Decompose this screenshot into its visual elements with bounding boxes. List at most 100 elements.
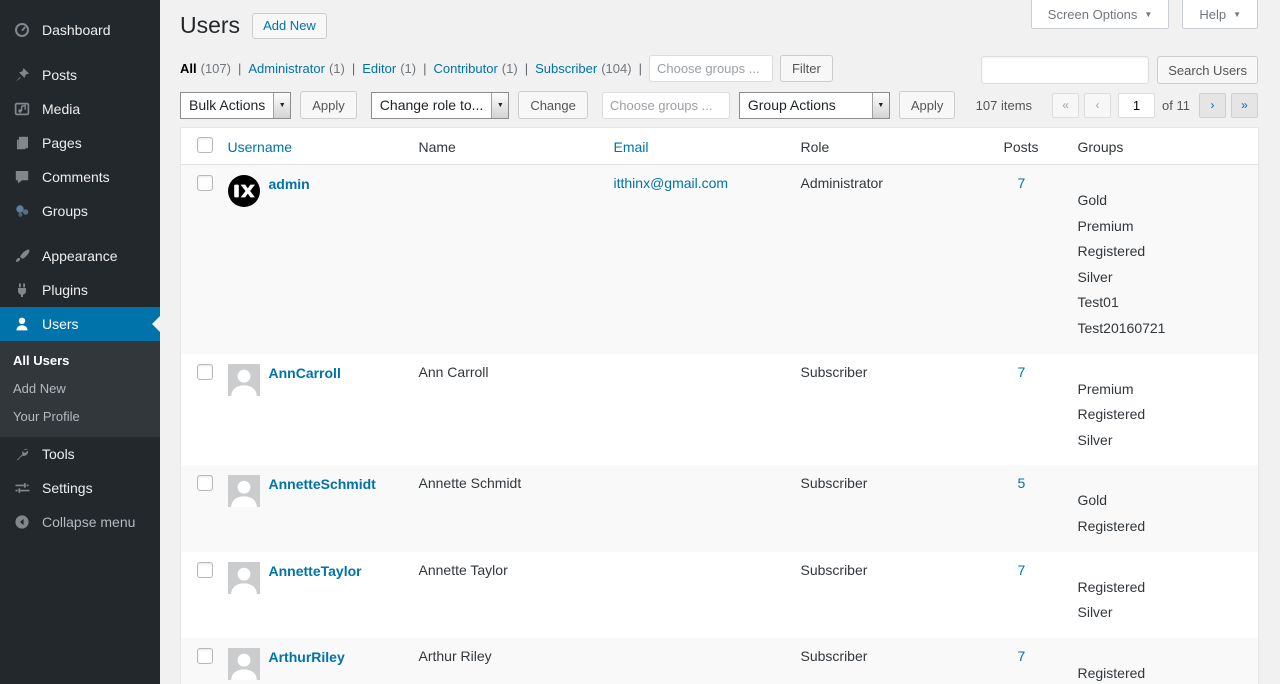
row-checkbox[interactable]: [197, 647, 213, 664]
sidebar-item-tools[interactable]: Tools: [0, 437, 160, 471]
view-link-contributor[interactable]: Contributor (1): [433, 61, 517, 76]
user-role: Subscriber: [800, 561, 868, 578]
plug-icon: [14, 282, 34, 298]
sidebar-item-plugins[interactable]: Plugins: [0, 273, 160, 307]
sidebar-item-dashboard[interactable]: Dashboard: [0, 13, 160, 47]
bulk-actions-toolbar: Bulk Actions ▼ Apply Change role to... ▼…: [180, 91, 1258, 119]
posts-count-link[interactable]: 7: [1004, 562, 1026, 578]
next-page-button[interactable]: ›: [1199, 92, 1226, 118]
username-link[interactable]: AnnCarroll: [269, 365, 341, 381]
posts-count-link[interactable]: 5: [1004, 475, 1026, 491]
user-role: Subscriber: [800, 475, 868, 492]
first-page-button[interactable]: «: [1052, 92, 1080, 118]
posts-count-link[interactable]: 7: [1004, 175, 1026, 191]
user-groups-list: Gold Registered: [1078, 488, 1259, 539]
previous-page-button[interactable]: ‹: [1084, 92, 1112, 118]
view-link-all[interactable]: All (107): [180, 61, 231, 76]
sidebar-item-label: Posts: [42, 67, 78, 83]
sidebar-item-pages[interactable]: Pages: [0, 126, 160, 160]
sidebar-item-label: Appearance: [42, 248, 118, 264]
submenu-item-add-new[interactable]: Add New: [0, 375, 160, 403]
row-checkbox[interactable]: [197, 175, 213, 191]
screen-options-label: Screen Options: [1047, 6, 1138, 22]
column-header-groups: Groups: [1077, 138, 1124, 155]
email-link[interactable]: itthinx@gmail.com: [614, 175, 729, 191]
username-link[interactable]: AnnetteTaylor: [269, 563, 362, 579]
items-count: 107 items: [975, 97, 1033, 113]
sidebar-item-appearance[interactable]: Appearance: [0, 239, 160, 273]
user-name: Annette Schmidt: [418, 475, 522, 492]
submenu-item-your-profile[interactable]: Your Profile: [0, 403, 160, 431]
help-button[interactable]: Help ▼: [1182, 0, 1258, 29]
group-name: Premium: [1077, 217, 1134, 234]
user-row-anncarroll: AnnCarroll Ann Carroll Subscriber 7 Premium R…: [181, 354, 1259, 466]
username-link[interactable]: ArthurRiley: [269, 649, 345, 665]
choose-groups-bulk-input[interactable]: [601, 91, 730, 119]
user-avatar: [227, 175, 260, 207]
column-header-username[interactable]: Username: [228, 139, 293, 155]
view-item-all: All (107): [180, 61, 248, 76]
group-name: Registered: [1077, 517, 1146, 534]
apply-group-actions-button[interactable]: Apply: [898, 91, 956, 119]
change-role-button[interactable]: Change: [518, 91, 588, 119]
sidebar-item-posts[interactable]: Posts: [0, 58, 160, 92]
brush-icon: [14, 248, 34, 264]
user-row-annetteschmidt: AnnetteSchmidt Annette Schmidt Subscriber 5…: [180, 465, 1259, 552]
row-checkbox[interactable]: [197, 475, 213, 492]
comment-icon: [14, 169, 34, 185]
posts-count-link[interactable]: 7: [1004, 648, 1026, 664]
add-new-button[interactable]: Add New: [252, 12, 327, 39]
admin-sidebar: Dashboard Posts Media Pages Comments Groups Ap…: [0, 0, 160, 684]
sidebar-item-label: Media: [42, 101, 81, 117]
sidebar-item-collapse-menu[interactable]: Collapse menu: [0, 505, 160, 539]
column-header-email[interactable]: Email: [614, 139, 649, 155]
select-all-checkbox[interactable]: [197, 137, 213, 153]
column-header-posts: Posts: [1003, 138, 1039, 155]
user-row-arthurriley: ArthurRiley Arthur Riley Subscriber 7 Regist…: [180, 637, 1259, 684]
sidebar-item-users[interactable]: Users: [0, 307, 160, 341]
page-title: Users: [180, 12, 241, 38]
sidebar-item-label: Collapse menu: [42, 514, 136, 530]
apply-bulk-actions-button[interactable]: Apply: [300, 91, 357, 119]
user-groups-list: Registered: [1078, 661, 1259, 684]
group-actions-select[interactable]: Group Actions ▼: [738, 91, 890, 119]
choose-groups-filter-input[interactable]: [648, 55, 773, 82]
search-users-button[interactable]: Search Users: [1157, 56, 1258, 84]
bulk-actions-select[interactable]: Bulk Actions ▼: [180, 91, 292, 119]
current-page-input[interactable]: [1118, 92, 1156, 118]
view-count: (107): [200, 61, 231, 76]
sidebar-item-groups[interactable]: Groups: [0, 194, 160, 228]
group-name: Registered: [1077, 243, 1146, 260]
posts-count-link[interactable]: 7: [1004, 364, 1026, 380]
main-content: Screen Options ▼ Help ▼ Search Users Use…: [160, 0, 1280, 684]
sidebar-item-label: Groups: [42, 203, 88, 219]
user-avatar: [227, 363, 260, 396]
sidebar-item-media[interactable]: Media: [0, 92, 160, 126]
row-checkbox[interactable]: [197, 363, 213, 380]
sidebar-item-label: Pages: [42, 135, 82, 151]
view-link-editor[interactable]: Editor (1): [362, 61, 416, 76]
column-header-role: Role: [800, 138, 830, 155]
row-checkbox[interactable]: [197, 561, 213, 578]
group-name: Silver: [1077, 268, 1113, 285]
search-users-input[interactable]: [981, 56, 1150, 84]
view-link-subscriber[interactable]: Subscriber (104): [535, 61, 632, 76]
sidebar-item-settings[interactable]: Settings: [0, 471, 160, 505]
last-page-button[interactable]: »: [1231, 92, 1258, 118]
user-groups-list: Registered Silver: [1078, 575, 1259, 626]
username-link[interactable]: AnnetteSchmidt: [269, 476, 376, 492]
wrench-icon: [14, 446, 34, 462]
group-name: Test01: [1077, 294, 1119, 311]
screen-options-button[interactable]: Screen Options ▼: [1030, 0, 1170, 29]
sidebar-item-label: Dashboard: [42, 22, 111, 38]
username-link[interactable]: admin: [269, 176, 310, 192]
sidebar-item-comments[interactable]: Comments: [0, 160, 160, 194]
submenu-item-all-users[interactable]: All Users: [0, 347, 160, 375]
change-role-select[interactable]: Change role to... ▼: [370, 91, 510, 119]
user-row-annettetaylor: AnnetteTaylor Annette Taylor Subscriber 7 Re…: [181, 552, 1259, 638]
filter-button[interactable]: Filter: [779, 55, 833, 82]
group-name: Premium: [1077, 380, 1134, 397]
table-header-row: Username Name Email Role Posts Groups: [180, 127, 1259, 165]
sidebar-item-label: Plugins: [42, 282, 88, 298]
view-link-administrator[interactable]: Administrator (1): [248, 61, 344, 76]
